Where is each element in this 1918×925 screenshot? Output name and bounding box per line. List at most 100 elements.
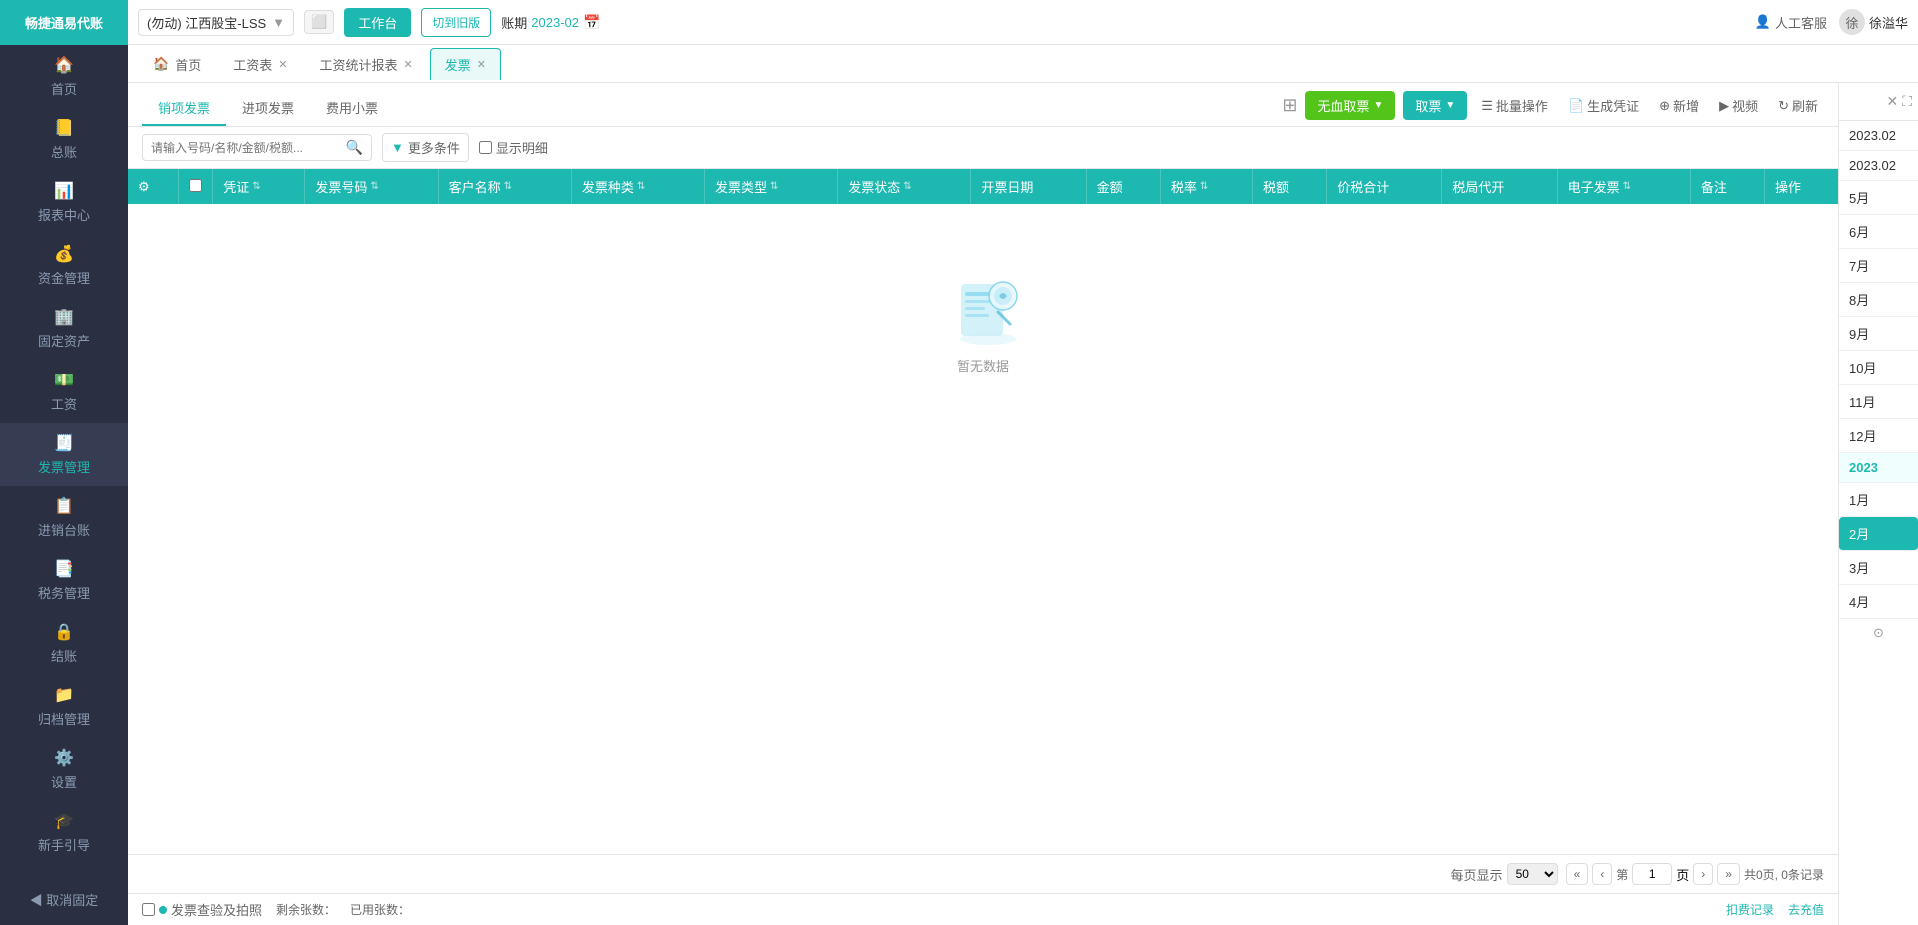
sidebar-item-reports[interactable]: 📊 报表中心 [0, 171, 128, 234]
tab-invoice[interactable]: 发票 ✕ [430, 48, 501, 80]
col-invoice-category[interactable]: 发票类型⇅ [705, 169, 838, 204]
date-item-m3[interactable]: 3月 [1839, 551, 1918, 585]
invoice-verify-checkbox[interactable] [142, 903, 155, 916]
sidebar-item-tax[interactable]: 📑 税务管理 [0, 549, 128, 612]
batch-ops-button[interactable]: ☰ 批量操作 [1475, 92, 1554, 119]
period-calendar-icon[interactable]: 📅 [583, 14, 600, 31]
sidebar-bottom: ◀ 取消固定 [0, 874, 128, 925]
new-button[interactable]: ⊕ 新增 [1653, 92, 1705, 119]
invoice-table: ⚙ 凭证⇅ 发票号码⇅ 客户名称⇅ 发票种类⇅ 发票类型⇅ 发票状态⇅ 开票日期… [128, 169, 1838, 204]
refresh-button[interactable]: ↻ 刷新 [1772, 92, 1824, 119]
col-settings[interactable]: ⚙ [128, 169, 179, 204]
date-item-m5[interactable]: 5月 [1839, 181, 1918, 215]
date-item-2023-02[interactable]: 2023.02 [1839, 151, 1918, 181]
copy-button[interactable]: ⬜ [304, 10, 334, 34]
sidebar-item-ledger[interactable]: 📒 总账 [0, 108, 128, 171]
gen-voucher-button[interactable]: 📄 生成凭证 [1562, 92, 1645, 119]
page-total: 共0页, 0条记录 [1744, 866, 1824, 883]
sidebar-item-member[interactable]: 👑 畅会员 [0, 864, 128, 874]
search-icon[interactable]: 🔍 [346, 139, 363, 156]
customer-service-button[interactable]: 👤 人工客服 [1755, 13, 1827, 32]
date-item-m2-active[interactable]: 2月 [1839, 517, 1918, 551]
page-input[interactable] [1632, 863, 1672, 885]
show-detail-toggle[interactable]: 显示明细 [479, 138, 548, 157]
get-invoice-button[interactable]: 取票 ▼ [1403, 91, 1467, 120]
close-salary-stat-tab[interactable]: ✕ [403, 58, 412, 71]
sidebar-item-settlement[interactable]: 🔒 结账 [0, 612, 128, 675]
sidebar-item-invoice-mgmt[interactable]: 🧾 发票管理 [0, 423, 128, 486]
grid-settings-icon[interactable]: ⊞ [1282, 95, 1297, 116]
date-item-m10[interactable]: 10月 [1839, 351, 1918, 385]
select-all-checkbox[interactable] [189, 179, 202, 192]
next-page-button[interactable]: › [1693, 863, 1713, 885]
invoice-verify-check[interactable]: 发票查验及拍照 [142, 900, 262, 919]
user-profile-button[interactable]: 徐 徐溢华 [1839, 9, 1908, 35]
date-item-m11[interactable]: 11月 [1839, 385, 1918, 419]
sub-tab-sales-invoice[interactable]: 销项发票 [142, 91, 226, 126]
more-conditions-button[interactable]: ▼ 更多条件 [382, 133, 469, 162]
sidebar-item-settings[interactable]: ⚙️ 设置 [0, 738, 128, 801]
date-item-m12[interactable]: 12月 [1839, 419, 1918, 453]
company-dropdown-arrow: ▼ [272, 15, 285, 30]
right-date-panel: ✕ ⛶ 2023.02 2023.02 5月 6月 7月 8月 [1838, 83, 1918, 925]
col-checkbox[interactable] [179, 169, 213, 204]
tab-salary-stat[interactable]: 工资统计报表 ✕ [304, 48, 427, 80]
search-wrap: 🔍 [142, 134, 372, 161]
sidebar-item-home[interactable]: 🏠 首页 [0, 45, 128, 108]
no-invoice-button[interactable]: 无血取票 ▼ [1305, 91, 1395, 120]
last-page-button[interactable]: » [1717, 863, 1740, 885]
show-detail-checkbox[interactable] [479, 141, 492, 154]
invoice-sub-tabs: 销项发票 进项发票 费用小票 ⊞ 无血取票 ▼ 取票 [128, 83, 1838, 127]
col-customer[interactable]: 客户名称⇅ [438, 169, 571, 204]
sidebar-item-funds[interactable]: 💰 资金管理 [0, 234, 128, 297]
empty-state: 暂无数据 [128, 204, 1838, 435]
recharge-link[interactable]: 去充值 [1788, 901, 1824, 918]
date-item-m9[interactable]: 9月 [1839, 317, 1918, 351]
scroll-to-top-button[interactable]: ⊙ [1839, 619, 1918, 647]
sidebar-item-sales[interactable]: 📋 进销台账 [0, 486, 128, 549]
company-selector[interactable]: (勿动) 江西股宝-LSS ▼ [138, 9, 294, 36]
first-page-button[interactable]: « [1566, 863, 1589, 885]
close-invoice-tab[interactable]: ✕ [477, 58, 486, 71]
per-page-dropdown[interactable]: 20 50 100 [1507, 863, 1558, 885]
date-item-year-2023[interactable]: 2023 [1839, 453, 1918, 483]
deduct-records-link[interactable]: 扣费记录 [1726, 901, 1774, 918]
col-voucher[interactable]: 凭证⇅ [213, 169, 305, 204]
date-item-m1[interactable]: 1月 [1839, 483, 1918, 517]
col-e-invoice[interactable]: 电子发票⇅ [1557, 169, 1690, 204]
col-tax: 税额 [1253, 169, 1327, 204]
date-item-2023-02-top[interactable]: 2023.02 [1839, 121, 1918, 151]
unpin-button[interactable]: ◀ 取消固定 [10, 884, 118, 915]
search-input[interactable] [151, 141, 340, 155]
close-panel-icon[interactable]: ✕ [1886, 93, 1898, 110]
sidebar-item-fixed-assets[interactable]: 🏢 固定资产 [0, 297, 128, 360]
tab-home[interactable]: 🏠 首页 [138, 48, 216, 80]
tab-salary[interactable]: 工资表 ✕ [218, 48, 302, 80]
switch-version-button[interactable]: 切到旧版 [421, 8, 491, 37]
date-item-m4[interactable]: 4月 [1839, 585, 1918, 619]
col-remark: 备注 [1690, 169, 1764, 204]
sidebar-item-archive[interactable]: 📁 归档管理 [0, 675, 128, 738]
expand-panel-icon[interactable]: ⛶ [1902, 93, 1912, 110]
used-label: 已用张数： [350, 901, 410, 918]
filter-icon: ▼ [391, 140, 404, 155]
date-item-m7[interactable]: 7月 [1839, 249, 1918, 283]
col-status[interactable]: 发票状态⇅ [838, 169, 971, 204]
sidebar-item-guide[interactable]: 🎓 新手引导 [0, 801, 128, 864]
close-salary-tab[interactable]: ✕ [278, 58, 287, 71]
col-date: 开票日期 [971, 169, 1086, 204]
sidebar-item-salary[interactable]: 💵 工资 [0, 360, 128, 423]
page-size-select: 每页显示 20 50 100 [1451, 863, 1558, 885]
sub-tab-purchase-invoice[interactable]: 进项发票 [226, 91, 310, 126]
sub-tab-expense-receipt[interactable]: 费用小票 [310, 91, 394, 126]
prev-page-button[interactable]: ‹ [1592, 863, 1612, 885]
avatar: 徐 [1839, 9, 1865, 35]
video-button[interactable]: ▶ 视频 [1713, 92, 1764, 119]
date-item-m6[interactable]: 6月 [1839, 215, 1918, 249]
col-invoice-no[interactable]: 发票号码⇅ [305, 169, 438, 204]
video-icon: ▶ [1719, 98, 1729, 114]
date-item-m8[interactable]: 8月 [1839, 283, 1918, 317]
workbench-button[interactable]: 工作台 [344, 8, 411, 37]
col-invoice-type[interactable]: 发票种类⇅ [571, 169, 704, 204]
col-tax-rate[interactable]: 税率⇅ [1160, 169, 1252, 204]
